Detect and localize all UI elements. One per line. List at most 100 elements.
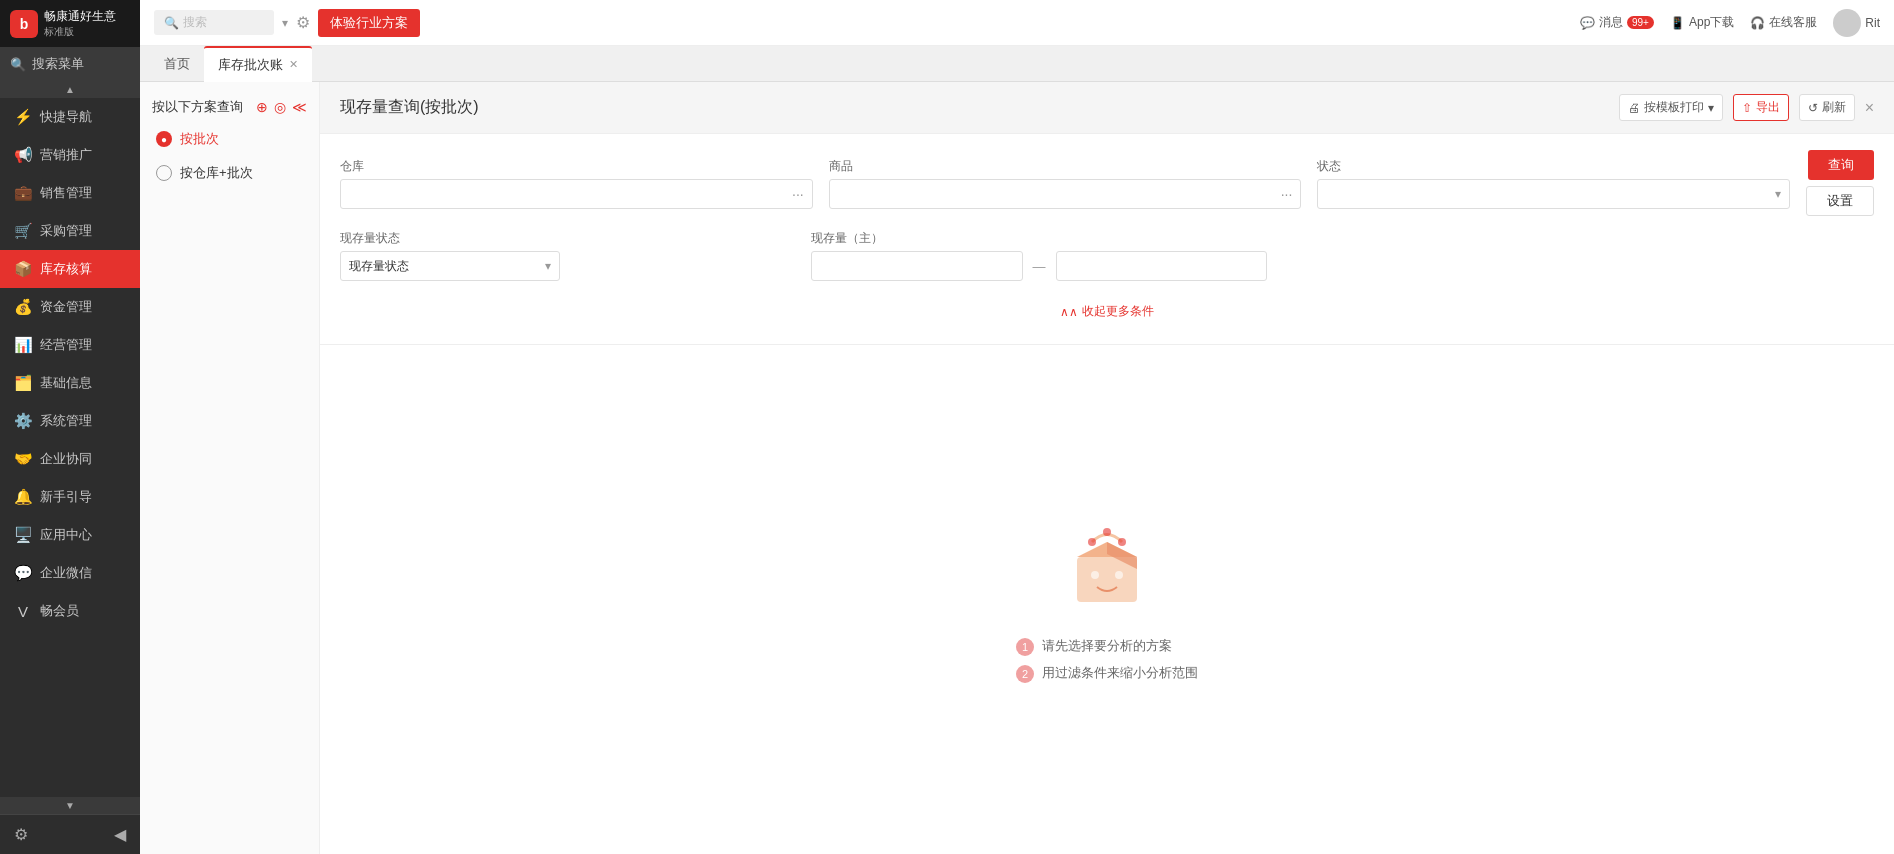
filter-field-warehouse: 仓库 ···: [340, 158, 813, 209]
print-template-button[interactable]: 🖨 按模板打印 ▾: [1619, 94, 1723, 121]
refresh-button[interactable]: ↺ 刷新: [1799, 94, 1855, 121]
topbar: 🔍 搜索 ▾ ⚙ 体验行业方案 💬 消息 99+ 📱 App下载 🎧 在线客服 …: [140, 0, 1894, 46]
online-service-item[interactable]: 🎧 在线客服: [1750, 14, 1817, 31]
inventory-status-chevron-icon: ▾: [545, 259, 551, 273]
product-input-wrap[interactable]: ···: [829, 179, 1302, 209]
filter-item-by-warehouse-batch-label: 按仓库+批次: [180, 164, 253, 182]
topbar-chevron-icon[interactable]: ▾: [282, 16, 288, 30]
sidebar-scroll-down[interactable]: ▼: [0, 797, 140, 814]
inventory-status-select[interactable]: 现存量状态: [349, 259, 545, 273]
sidebar-item-newguide[interactable]: 🔔 新手引导: [0, 478, 140, 516]
messages-item[interactable]: 💬 消息 99+: [1580, 14, 1654, 31]
nav-icon-finance: 💰: [14, 298, 32, 316]
product-input[interactable]: [838, 187, 1281, 201]
topbar-right: 💬 消息 99+ 📱 App下载 🎧 在线客服 Rit: [1580, 9, 1880, 37]
sidebar-item-system[interactable]: ⚙️ 系统管理: [0, 402, 140, 440]
status-chevron-icon: ▾: [1775, 187, 1781, 201]
trial-button[interactable]: 体验行业方案: [318, 9, 420, 37]
sidebar-scroll-up[interactable]: ▲: [0, 81, 140, 98]
app-download-item[interactable]: 📱 App下载: [1670, 14, 1734, 31]
topbar-gear-icon[interactable]: ⚙: [296, 13, 310, 32]
settings-scheme-icon[interactable]: ◎: [274, 99, 286, 115]
inventory-qty-from-input[interactable]: [820, 259, 1013, 273]
inventory-status-select-wrap[interactable]: 现存量状态 ▾: [340, 251, 560, 281]
phone-icon: 📱: [1670, 16, 1685, 30]
product-label: 商品: [829, 158, 1302, 175]
sidebar-item-operations[interactable]: 📊 经营管理: [0, 326, 140, 364]
sidebar-item-marketing[interactable]: 📢 营销推广: [0, 136, 140, 174]
sidebar-item-inventory[interactable]: 📦 库存核算: [0, 250, 140, 288]
print-chevron-icon: ▾: [1708, 101, 1714, 115]
export-button[interactable]: ⇧ 导出: [1733, 94, 1789, 121]
svg-point-5: [1088, 538, 1096, 546]
tab-batch-inventory[interactable]: 库存批次账 ✕: [204, 46, 312, 82]
nav-icon-basics: 🗂️: [14, 374, 32, 392]
sidebar-item-purchase[interactable]: 🛒 采购管理: [0, 212, 140, 250]
export-icon: ⇧: [1742, 101, 1752, 115]
nav-icon-marketing: 📢: [14, 146, 32, 164]
query-button[interactable]: 查询: [1808, 150, 1874, 180]
app-download-label: App下载: [1689, 14, 1734, 31]
collapse-sidebar-icon[interactable]: ◀: [114, 825, 126, 844]
filter-item-by-batch[interactable]: ● 按批次: [140, 122, 319, 156]
filter-item-by-batch-label: 按批次: [180, 130, 219, 148]
sidebar-item-quicknav[interactable]: ⚡ 快捷导航: [0, 98, 140, 136]
svg-point-7: [1118, 538, 1126, 546]
sidebar-item-finance[interactable]: 💰 资金管理: [0, 288, 140, 326]
topbar-search[interactable]: 🔍 搜索: [154, 10, 274, 35]
user-item[interactable]: Rit: [1833, 9, 1880, 37]
settings-icon[interactable]: ⚙: [14, 825, 28, 844]
collapse-panel-icon[interactable]: ≪: [292, 99, 307, 115]
warehouse-input-wrap[interactable]: ···: [340, 179, 813, 209]
sidebar-item-appcenter[interactable]: 🖥️ 应用中心: [0, 516, 140, 554]
filter-field-inventory-status: 现存量状态 现存量状态 ▾: [340, 230, 795, 281]
add-scheme-icon[interactable]: ⊕: [256, 99, 268, 115]
tip-num-2: 2: [1016, 665, 1034, 683]
refresh-icon: ↺: [1808, 101, 1818, 115]
right-panel: 现存量查询(按批次) 🖨 按模板打印 ▾ ⇧ 导出 ↺ 刷新: [320, 82, 1894, 854]
status-select[interactable]: [1326, 187, 1775, 201]
filter-field-status: 状态 ▾: [1317, 158, 1790, 209]
tab-batch-inventory-label: 库存批次账: [218, 56, 283, 74]
inventory-qty-to-wrap[interactable]: [1056, 251, 1267, 281]
svg-point-4: [1115, 571, 1123, 579]
filter-field-inventory-qty: 现存量（主） —: [811, 230, 1266, 281]
message-icon: 💬: [1580, 16, 1595, 30]
sidebar-item-member[interactable]: V 畅会员: [0, 592, 140, 630]
inventory-qty-from-wrap[interactable]: [811, 251, 1022, 281]
app-logo: b: [10, 10, 38, 38]
tab-close-icon[interactable]: ✕: [289, 58, 298, 71]
nav-label-purchase: 采购管理: [40, 222, 92, 240]
sidebar-item-sales[interactable]: 💼 销售管理: [0, 174, 140, 212]
content-area: 按以下方案查询 ⊕ ◎ ≪ ● 按批次 按仓库+批次 现存量查询(按批次): [140, 82, 1894, 854]
nav-label-enterprise: 企业协同: [40, 450, 92, 468]
collapse-label: 收起更多条件: [1082, 303, 1154, 320]
inventory-qty-dash: —: [1029, 259, 1050, 274]
warehouse-label: 仓库: [340, 158, 813, 175]
status-select-wrap[interactable]: ▾: [1317, 179, 1790, 209]
main-area: 🔍 搜索 ▾ ⚙ 体验行业方案 💬 消息 99+ 📱 App下载 🎧 在线客服 …: [140, 0, 1894, 854]
nav-label-newguide: 新手引导: [40, 488, 92, 506]
sidebar-item-basics[interactable]: 🗂️ 基础信息: [0, 364, 140, 402]
filter-field-product: 商品 ···: [829, 158, 1302, 209]
page-header-actions: 🖨 按模板打印 ▾ ⇧ 导出 ↺ 刷新 ×: [1619, 94, 1874, 121]
settings-button[interactable]: 设置: [1806, 186, 1874, 216]
tab-home[interactable]: 首页: [150, 47, 204, 81]
inventory-qty-label: 现存量（主）: [811, 230, 1266, 247]
active-dot-icon: ●: [156, 131, 172, 147]
nav-label-corpwechat: 企业微信: [40, 564, 92, 582]
product-dots[interactable]: ···: [1281, 186, 1293, 202]
sidebar-search[interactable]: 🔍 搜索菜单: [0, 47, 140, 81]
filter-panel: 按以下方案查询 ⊕ ◎ ≪ ● 按批次 按仓库+批次: [140, 82, 320, 854]
warehouse-dots[interactable]: ···: [792, 186, 804, 202]
filter-item-by-warehouse-batch[interactable]: 按仓库+批次: [140, 156, 319, 190]
warehouse-input[interactable]: [349, 187, 792, 201]
collapse-more-btn[interactable]: ∧∧ 收起更多条件: [340, 295, 1874, 328]
topbar-search-icon: 🔍: [164, 16, 179, 30]
close-page-button[interactable]: ×: [1865, 99, 1874, 117]
sidebar-item-corpwechat[interactable]: 💬 企业微信: [0, 554, 140, 592]
sidebar-item-enterprise[interactable]: 🤝 企业协同: [0, 440, 140, 478]
nav-label-appcenter: 应用中心: [40, 526, 92, 544]
inventory-qty-to-input[interactable]: [1065, 259, 1258, 273]
app-version: 标准版: [44, 25, 116, 39]
